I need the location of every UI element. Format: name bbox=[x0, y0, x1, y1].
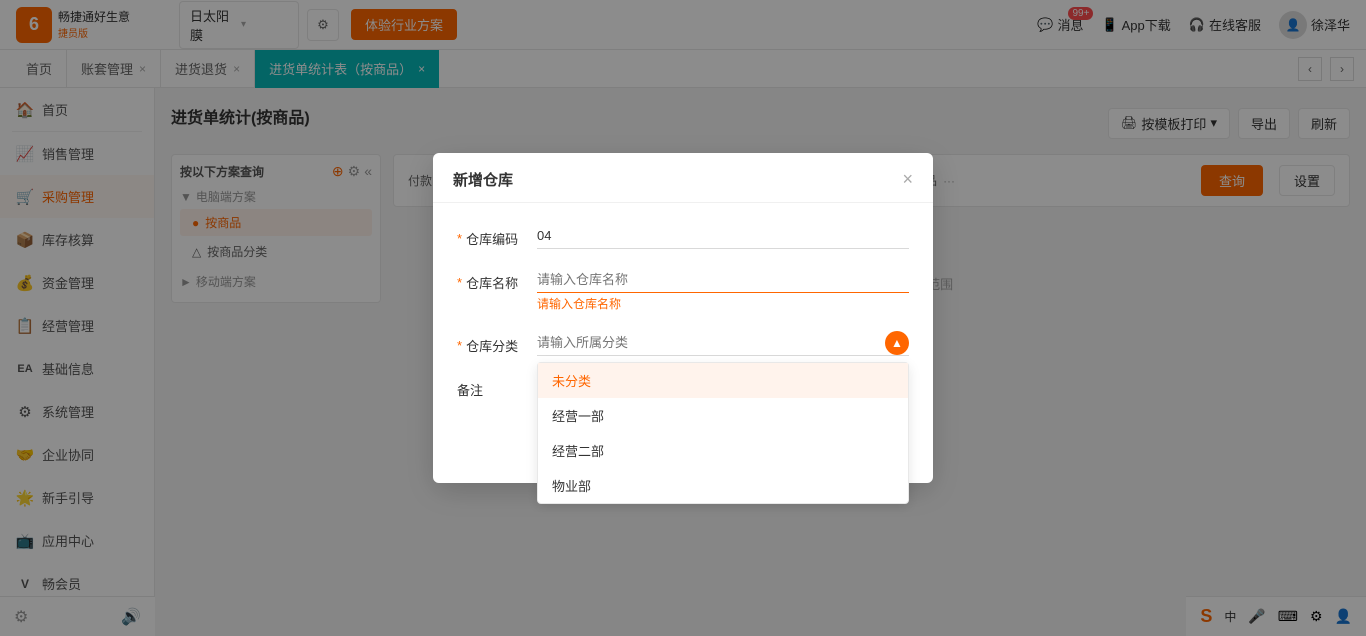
dropdown-item-2[interactable]: 经营二部 bbox=[538, 433, 908, 468]
name-error-msg: 请输入仓库名称 bbox=[537, 295, 909, 312]
dropdown-item-3[interactable]: 物业部 bbox=[538, 468, 908, 503]
category-field: ▲ 未分类 经营一部 经营二部 物业部 bbox=[537, 330, 909, 356]
name-field: 请输入仓库名称 bbox=[537, 267, 909, 312]
name-input[interactable] bbox=[537, 267, 909, 293]
form-row-category: * 仓库分类 ▲ 未分类 经营一部 经营二部 物业部 bbox=[457, 330, 909, 356]
category-label: * 仓库分类 bbox=[457, 330, 537, 355]
modal-new-warehouse: 新增仓库 × * 仓库编码 * 仓库名称 请输入仓库名称 bbox=[433, 153, 933, 483]
code-input[interactable] bbox=[537, 223, 909, 249]
dropdown-item-1[interactable]: 经营一部 bbox=[538, 398, 908, 433]
category-input[interactable] bbox=[537, 330, 909, 356]
modal-title: 新增仓库 bbox=[453, 169, 513, 190]
code-label: * 仓库编码 bbox=[457, 223, 537, 248]
modal-header: 新增仓库 × bbox=[433, 153, 933, 203]
category-dropdown-toggle[interactable]: ▲ bbox=[885, 331, 909, 355]
code-field bbox=[537, 223, 909, 249]
form-row-name: * 仓库名称 请输入仓库名称 bbox=[457, 267, 909, 312]
dropdown-item-0[interactable]: 未分类 bbox=[538, 363, 908, 398]
note-label: 备注 bbox=[457, 374, 537, 399]
category-dropdown-list: 未分类 经营一部 经营二部 物业部 bbox=[537, 362, 909, 504]
category-select-wrap: ▲ bbox=[537, 330, 909, 356]
form-row-code: * 仓库编码 bbox=[457, 223, 909, 249]
modal-close-btn[interactable]: × bbox=[902, 169, 913, 190]
name-label: * 仓库名称 bbox=[457, 267, 537, 292]
modal-body: * 仓库编码 * 仓库名称 请输入仓库名称 * 仓库分类 bbox=[433, 203, 933, 420]
